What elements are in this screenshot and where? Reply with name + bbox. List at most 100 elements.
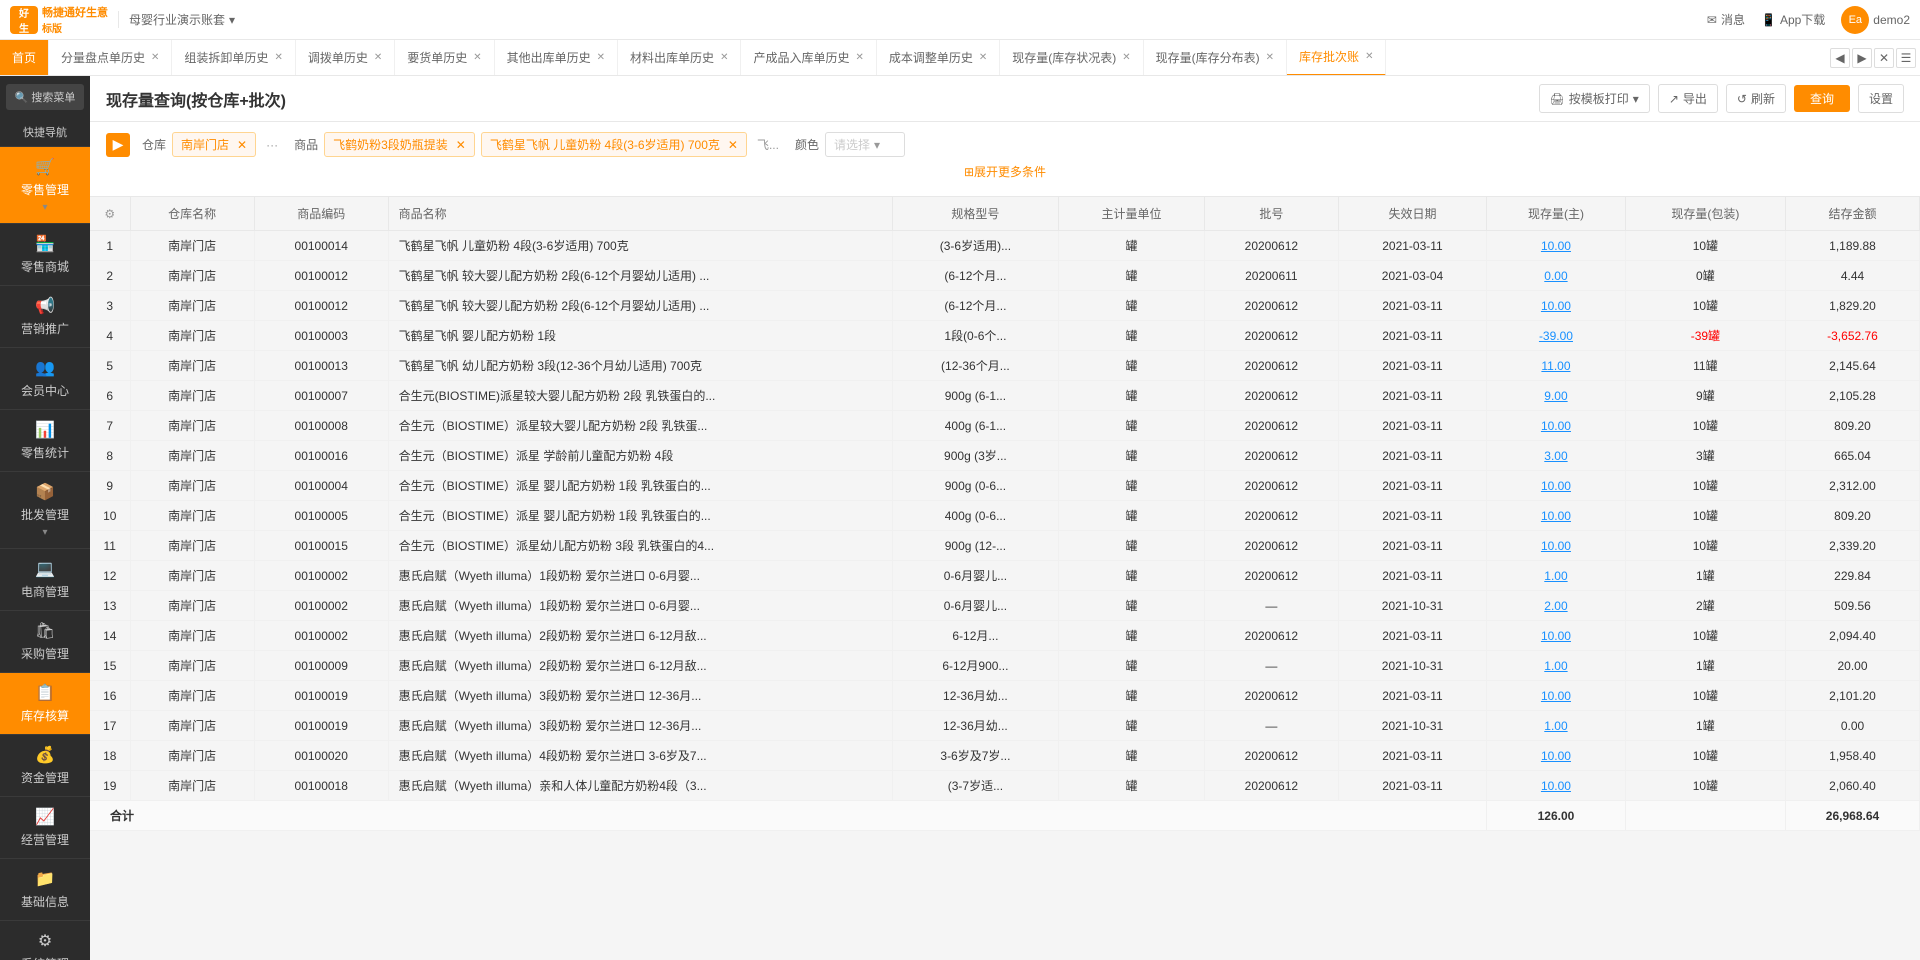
nav-prev[interactable]: ◀: [1830, 48, 1850, 68]
table-scroll[interactable]: ⚙ 仓库名称 商品编码 商品名称 规格型号 主计量单位 批号 失效日期 现存量(…: [90, 197, 1920, 960]
cell-qty[interactable]: -39.00: [1487, 321, 1626, 351]
system-icon: ⚙: [38, 931, 52, 951]
warehouse-tags: 南岸门店 ✕ ···: [172, 132, 282, 157]
tab-6[interactable]: 产成品入库单历史 ✕: [741, 40, 876, 76]
close-tab-10[interactable]: ✕: [1365, 51, 1373, 62]
close-tab-0[interactable]: ✕: [151, 52, 159, 63]
cell-unit: 罐: [1059, 681, 1205, 711]
sidebar-item-wholesale[interactable]: 📦 批发管理 ▾: [0, 472, 90, 549]
cell-qty[interactable]: 0.00: [1487, 261, 1626, 291]
sidebar-item-retail-mgmt[interactable]: 🛒 零售管理 ▾: [0, 147, 90, 224]
close-tab-5[interactable]: ✕: [720, 52, 728, 63]
nav-next[interactable]: ▶: [1852, 48, 1872, 68]
cell-qty[interactable]: 10.00: [1487, 231, 1626, 261]
sidebar-item-retail-mall[interactable]: 🏪 零售商城: [0, 224, 90, 286]
nav-menu[interactable]: ☰: [1896, 48, 1916, 68]
cell-no: 10: [90, 501, 130, 531]
cell-qty[interactable]: 10.00: [1487, 501, 1626, 531]
query-btn[interactable]: 查询: [1794, 85, 1850, 112]
close-tab-7[interactable]: ✕: [979, 52, 987, 63]
ecommerce-icon: 💻: [35, 559, 55, 579]
cell-warehouse: 南岸门店: [130, 741, 254, 771]
close-tab-9[interactable]: ✕: [1266, 52, 1274, 63]
remove-product-1[interactable]: ✕: [728, 138, 738, 152]
warehouse-tag-0[interactable]: 南岸门店 ✕: [172, 132, 256, 157]
tab-0[interactable]: 分量盘点单历史 ✕: [49, 40, 172, 76]
sidebar-item-marketing[interactable]: 📢 营销推广: [0, 286, 90, 348]
filter-expand-btn[interactable]: ⊞ 展开更多条件: [106, 157, 1904, 186]
cell-qty[interactable]: 10.00: [1487, 531, 1626, 561]
sidebar-item-basic[interactable]: 📁 基础信息: [0, 859, 90, 921]
sidebar-label-retail-stats: 零售统计: [21, 444, 69, 461]
tab-4[interactable]: 其他出库单历史 ✕: [495, 40, 618, 76]
sidebar-item-finance[interactable]: 💰 资金管理: [0, 735, 90, 797]
setting-btn[interactable]: 设置: [1858, 84, 1904, 113]
cell-qty[interactable]: 11.00: [1487, 351, 1626, 381]
tab-3[interactable]: 要货单历史 ✕: [395, 40, 494, 76]
cell-qty[interactable]: 10.00: [1487, 411, 1626, 441]
print-btn[interactable]: 🖨 按模板打印 ▾: [1539, 84, 1650, 113]
cell-qty[interactable]: 3.00: [1487, 441, 1626, 471]
cell-qty[interactable]: 9.00: [1487, 381, 1626, 411]
th-settings[interactable]: ⚙: [90, 197, 130, 231]
sidebar-item-operation[interactable]: 📈 经营管理: [0, 797, 90, 859]
cell-qty-pkg: 10罐: [1625, 681, 1785, 711]
product-tag-1[interactable]: 飞鹤星飞帆 儿童奶粉 4段(3-6岁适用) 700克 ✕: [481, 132, 747, 157]
remove-product-0[interactable]: ✕: [456, 138, 466, 152]
cell-qty[interactable]: 10.00: [1487, 741, 1626, 771]
app-download-btn[interactable]: 📱 App下载: [1761, 11, 1825, 28]
tab-10[interactable]: 库存批次账 ✕: [1287, 40, 1386, 76]
settings-icon[interactable]: ⚙: [104, 207, 115, 221]
cell-qty[interactable]: 10.00: [1487, 681, 1626, 711]
tab-9[interactable]: 现存量(库存分布表) ✕: [1144, 40, 1287, 76]
refresh-btn[interactable]: ↺ 刷新: [1726, 84, 1786, 113]
message-btn[interactable]: ✉ 消息: [1707, 11, 1745, 28]
cell-expiry: 2021-03-11: [1338, 381, 1486, 411]
sidebar-item-system[interactable]: ⚙ 系统管理: [0, 921, 90, 960]
color-select[interactable]: 请选择 ▾: [825, 132, 905, 157]
cell-qty[interactable]: 10.00: [1487, 771, 1626, 801]
filter-toggle-btn[interactable]: ▶: [106, 133, 130, 157]
cell-name: 飞鹤星飞帆 幼儿配方奶粉 3段(12-36个月幼儿适用) 700克: [388, 351, 892, 381]
close-tab-6[interactable]: ✕: [855, 52, 863, 63]
close-tab-1[interactable]: ✕: [274, 52, 282, 63]
search-menu-btn[interactable]: 🔍 搜索菜单: [6, 84, 84, 110]
tab-7[interactable]: 成本调整单历史 ✕: [877, 40, 1000, 76]
sidebar-item-inventory[interactable]: 📋 库存核算: [0, 673, 90, 735]
sidebar-item-member[interactable]: 👥 会员中心: [0, 348, 90, 410]
industry-selector[interactable]: 母婴行业演示账套 ▾: [118, 11, 235, 28]
cell-warehouse: 南岸门店: [130, 321, 254, 351]
remove-warehouse-0[interactable]: ✕: [237, 138, 247, 152]
cell-code: 00100015: [254, 531, 388, 561]
sidebar-item-ecommerce[interactable]: 💻 电商管理: [0, 549, 90, 611]
cell-warehouse: 南岸门店: [130, 651, 254, 681]
close-tab-3[interactable]: ✕: [473, 52, 481, 63]
cell-qty[interactable]: 1.00: [1487, 711, 1626, 741]
tab-home[interactable]: 首页: [0, 40, 49, 76]
quick-nav-btn[interactable]: 快捷导航: [0, 118, 90, 147]
cell-qty[interactable]: 10.00: [1487, 471, 1626, 501]
cell-name: 合生元（BIOSTIME）派星幼儿配方奶粉 3段 乳铁蛋白的4...: [388, 531, 892, 561]
cell-qty[interactable]: 2.00: [1487, 591, 1626, 621]
tab-8[interactable]: 现存量(库存状况表) ✕: [1000, 40, 1143, 76]
user-profile[interactable]: Ea demo2: [1841, 6, 1910, 34]
cell-qty[interactable]: 10.00: [1487, 291, 1626, 321]
cell-qty[interactable]: 1.00: [1487, 651, 1626, 681]
cell-batch: 20200612: [1204, 621, 1338, 651]
cell-qty[interactable]: 10.00: [1487, 621, 1626, 651]
nav-close-all[interactable]: ✕: [1874, 48, 1894, 68]
tab-1[interactable]: 组装拆卸单历史 ✕: [172, 40, 295, 76]
cell-code: 00100012: [254, 291, 388, 321]
cell-qty[interactable]: 1.00: [1487, 561, 1626, 591]
product-tag-0[interactable]: 飞鹤奶粉3段奶瓶提装 ✕: [324, 132, 475, 157]
close-tab-8[interactable]: ✕: [1122, 52, 1130, 63]
cell-name: 惠氏启赋（Wyeth illuma）3段奶粉 爱尔兰进口 12-36月...: [388, 681, 892, 711]
tab-2[interactable]: 调拨单历史 ✕: [296, 40, 395, 76]
close-tab-2[interactable]: ✕: [374, 52, 382, 63]
sidebar-item-purchase[interactable]: 🛍 采购管理: [0, 611, 90, 673]
close-tab-4[interactable]: ✕: [597, 52, 605, 63]
sidebar-item-retail-stats[interactable]: 📊 零售统计: [0, 410, 90, 472]
cell-amount: 809.20: [1786, 411, 1920, 441]
export-btn[interactable]: ↗ 导出: [1658, 84, 1718, 113]
tab-5[interactable]: 材料出库单历史 ✕: [618, 40, 741, 76]
